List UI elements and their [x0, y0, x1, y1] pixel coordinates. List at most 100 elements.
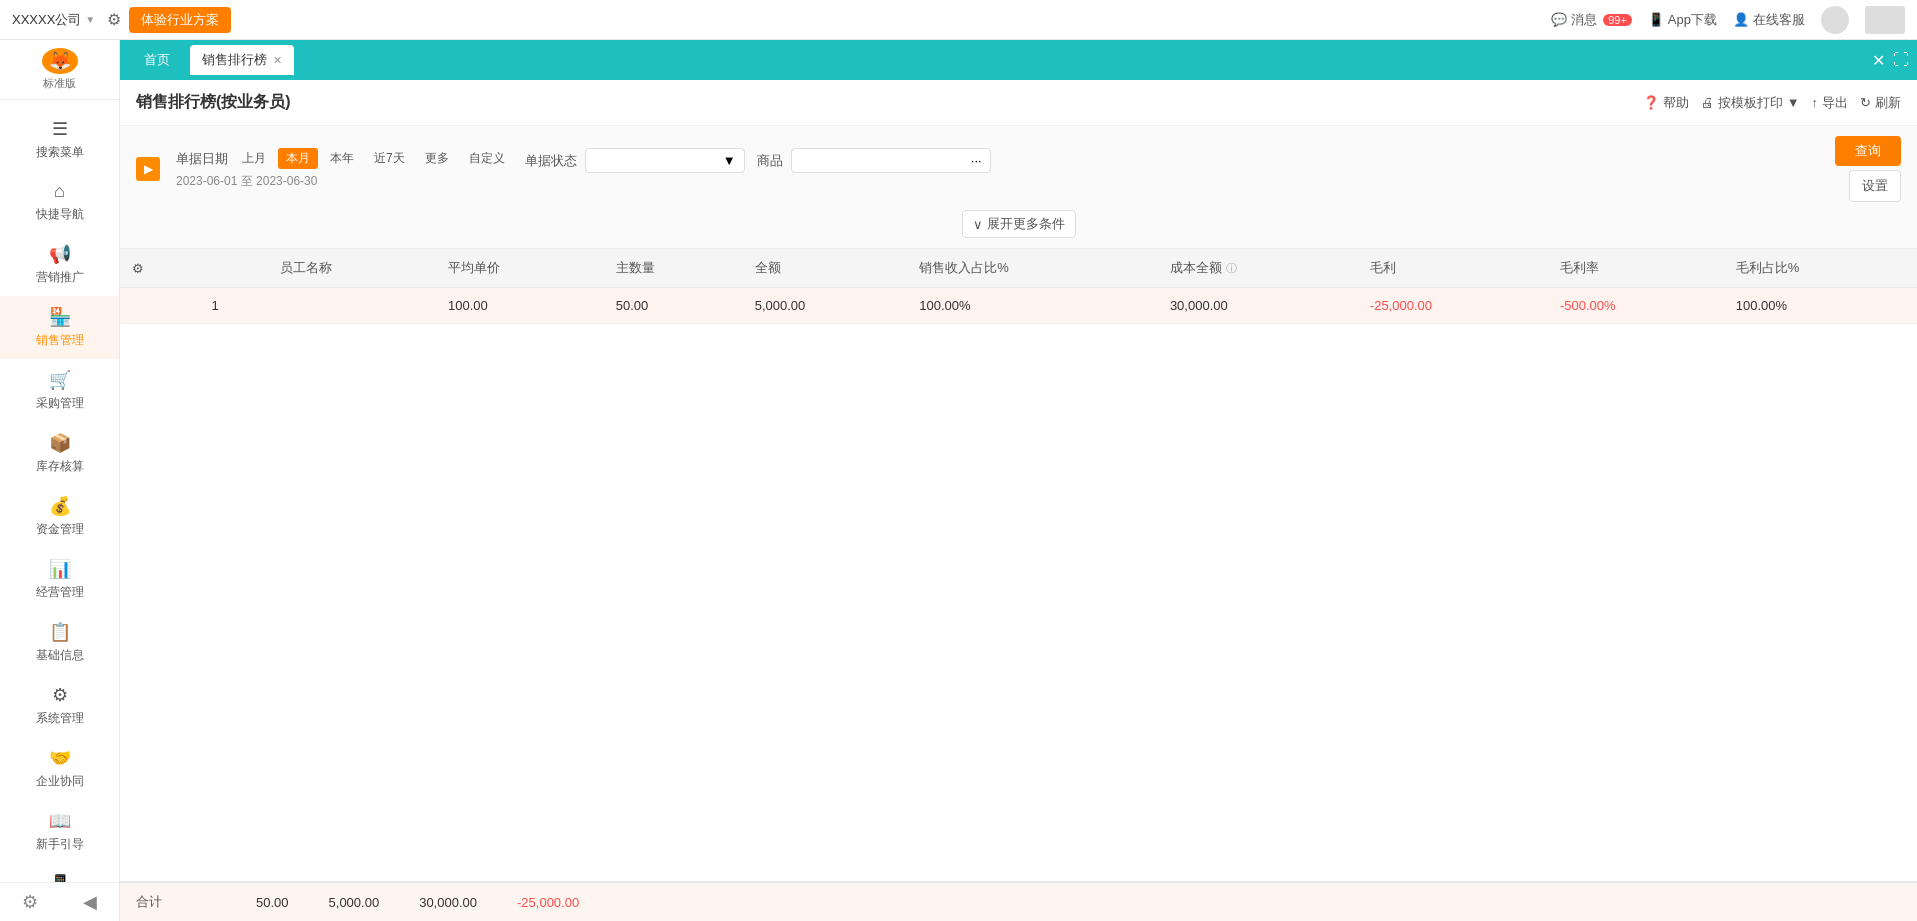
message-badge: 99+	[1603, 14, 1632, 26]
content-area: 首页 销售排行榜 ✕ ✕ ⛶ 销售排行榜(按业务员) ❓ 帮助	[120, 40, 1917, 921]
filter-bar: ▶ 单据日期 上月 本月 本年 近7天	[120, 126, 1917, 249]
sidebar-item-sales[interactable]: 🏪 销售管理	[0, 296, 119, 359]
sidebar-item-search-orders[interactable]: ☰ 搜索菜单	[0, 108, 119, 171]
sidebar-item-guide[interactable]: 📖 新手引导	[0, 800, 119, 863]
marketing-label: 营销推广	[36, 269, 84, 286]
sidebar-item-operations[interactable]: 📊 经营管理	[0, 548, 119, 611]
inventory-icon: 📦	[49, 432, 71, 454]
filter-toggle-icon[interactable]: ▶	[136, 157, 160, 181]
date-tab-this-month[interactable]: 本月	[278, 148, 318, 169]
filter-actions: 查询 设置	[1835, 136, 1901, 202]
tab-bar-right: ✕ ⛶	[1872, 51, 1909, 70]
expand-more-row: ∨ 展开更多条件	[136, 210, 1901, 238]
basic-info-icon: 📋	[49, 621, 71, 643]
bottom-settings-icon[interactable]: ⚙	[22, 891, 38, 913]
app-download-button[interactable]: 📱 App下载	[1648, 11, 1717, 29]
goods-ellipsis: ···	[971, 153, 982, 168]
export-label: 导出	[1822, 94, 1848, 112]
purchase-label: 采购管理	[36, 395, 84, 412]
sidebar-item-inventory[interactable]: 📦 库存核算	[0, 422, 119, 485]
cell-gross-rate: -500.00%	[1548, 288, 1724, 324]
online-support-button[interactable]: 👤 在线客服	[1733, 11, 1805, 29]
sidebar-item-marketing[interactable]: 📢 营销推广	[0, 233, 119, 296]
sidebar-item-finance[interactable]: 💰 资金管理	[0, 485, 119, 548]
tab-close-button[interactable]: ✕	[1872, 51, 1885, 70]
cell-index: 1	[199, 288, 268, 324]
sidebar-item-basic-info[interactable]: 📋 基础信息	[0, 611, 119, 674]
sidebar-item-system[interactable]: ⚙ 系统管理	[0, 674, 119, 737]
company-selector[interactable]: XXXXX公司 ▼	[12, 11, 95, 29]
expand-icon: ∨	[973, 217, 983, 232]
top-right-area: 💬 消息 99+ 📱 App下载 👤 在线客服	[1551, 6, 1905, 34]
top-settings-icon[interactable]: ⚙	[107, 10, 121, 29]
expand-label: 展开更多条件	[987, 215, 1065, 233]
basic-info-label: 基础信息	[36, 647, 84, 664]
date-tab-7days[interactable]: 近7天	[366, 148, 413, 169]
logo-text: 标准版	[43, 76, 76, 91]
th-gross-profit: 毛利	[1358, 249, 1548, 288]
th-gross-ratio: 毛利占比%	[1724, 249, 1917, 288]
expand-more-button[interactable]: ∨ 展开更多条件	[962, 210, 1076, 238]
company-arrow-icon: ▼	[85, 14, 95, 25]
sidebar-item-quick-nav[interactable]: ⌂ 快捷导航	[0, 171, 119, 233]
message-button[interactable]: 💬 消息 99+	[1551, 11, 1632, 29]
date-tabs: 上月 本月 本年 近7天 更多 自定义	[234, 148, 513, 169]
footer-total-label: 合计	[136, 893, 216, 911]
tab-label: 销售排行榜	[202, 51, 267, 69]
operations-icon: 📊	[49, 558, 71, 580]
tab-home[interactable]: 首页	[128, 45, 186, 75]
enterprise-icon: 🤝	[49, 747, 71, 769]
user-name-area	[1865, 6, 1905, 34]
avatar[interactable]	[1821, 6, 1849, 34]
cell-settings	[120, 288, 199, 324]
quick-nav-icon: ⌂	[54, 181, 65, 202]
sidebar-item-app-center[interactable]: 📱 应用中心	[0, 863, 119, 882]
tab-expand-button[interactable]: ⛶	[1893, 51, 1909, 70]
support-icon: 👤	[1733, 12, 1749, 27]
tab-close-icon[interactable]: ✕	[273, 54, 282, 67]
th-avg-price: 平均单价	[436, 249, 604, 288]
footer-cell-quantity: 50.00	[256, 895, 289, 910]
sidebar: 🦊 标准版 ☰ 搜索菜单 ⌂ 快捷导航 📢 营销推广 🏪 销售管理 🛒 采	[0, 40, 120, 921]
status-select[interactable]: ▼	[585, 148, 745, 173]
tab-sales-ranking[interactable]: 销售排行榜 ✕	[190, 45, 294, 75]
sidebar-nav: ☰ 搜索菜单 ⌂ 快捷导航 📢 营销推广 🏪 销售管理 🛒 采购管理 📦 库	[0, 100, 119, 882]
date-tab-this-year[interactable]: 本年	[322, 148, 362, 169]
message-icon: 💬	[1551, 12, 1567, 27]
refresh-label: 刷新	[1875, 94, 1901, 112]
status-arrow-icon: ▼	[723, 153, 736, 168]
date-tab-last-month[interactable]: 上月	[234, 148, 274, 169]
refresh-button[interactable]: ↻ 刷新	[1860, 94, 1901, 112]
date-tab-custom[interactable]: 自定义	[461, 148, 513, 169]
collapse-icon[interactable]: ◀	[83, 891, 97, 913]
print-label: 按模板打印	[1718, 94, 1783, 112]
trial-button[interactable]: 体验行业方案	[129, 7, 231, 33]
help-button[interactable]: ❓ 帮助	[1643, 94, 1689, 112]
app-center-icon: 📱	[49, 873, 71, 882]
table-container: ⚙ 员工名称 平均单价 主数量 全额 销售收入占比% 成本全额 ⓘ 毛利 毛利率…	[120, 249, 1917, 881]
goods-input[interactable]: ···	[791, 148, 991, 173]
query-button[interactable]: 查询	[1835, 136, 1901, 166]
sidebar-item-purchase[interactable]: 🛒 采购管理	[0, 359, 119, 422]
finance-icon: 💰	[49, 495, 71, 517]
export-icon: ↑	[1812, 95, 1819, 110]
page-actions: ❓ 帮助 🖨 按模板打印 ▼ ↑ 导出 ↻ 刷新	[1643, 94, 1901, 112]
main-layout: 🦊 标准版 ☰ 搜索菜单 ⌂ 快捷导航 📢 营销推广 🏪 销售管理 🛒 采	[0, 40, 1917, 921]
th-quantity: 主数量	[604, 249, 743, 288]
system-label: 系统管理	[36, 710, 84, 727]
sidebar-item-enterprise[interactable]: 🤝 企业协同	[0, 737, 119, 800]
purchase-icon: 🛒	[49, 369, 71, 391]
search-orders-icon: ☰	[52, 118, 68, 140]
th-settings[interactable]: ⚙	[120, 249, 199, 288]
export-button[interactable]: ↑ 导出	[1812, 94, 1849, 112]
settings-button[interactable]: 设置	[1849, 170, 1901, 202]
date-tab-more[interactable]: 更多	[417, 148, 457, 169]
cell-sales-ratio: 100.00%	[907, 288, 1158, 324]
th-cost-amount: 成本全额 ⓘ	[1158, 249, 1358, 288]
cell-amount: 5,000.00	[743, 288, 908, 324]
guide-label: 新手引导	[36, 836, 84, 853]
arrow-icon: ▶	[144, 162, 153, 176]
print-button[interactable]: 🖨 按模板打印 ▼	[1701, 94, 1800, 112]
goods-label: 商品	[757, 152, 783, 170]
footer-cost-value: 30,000.00	[419, 895, 477, 910]
